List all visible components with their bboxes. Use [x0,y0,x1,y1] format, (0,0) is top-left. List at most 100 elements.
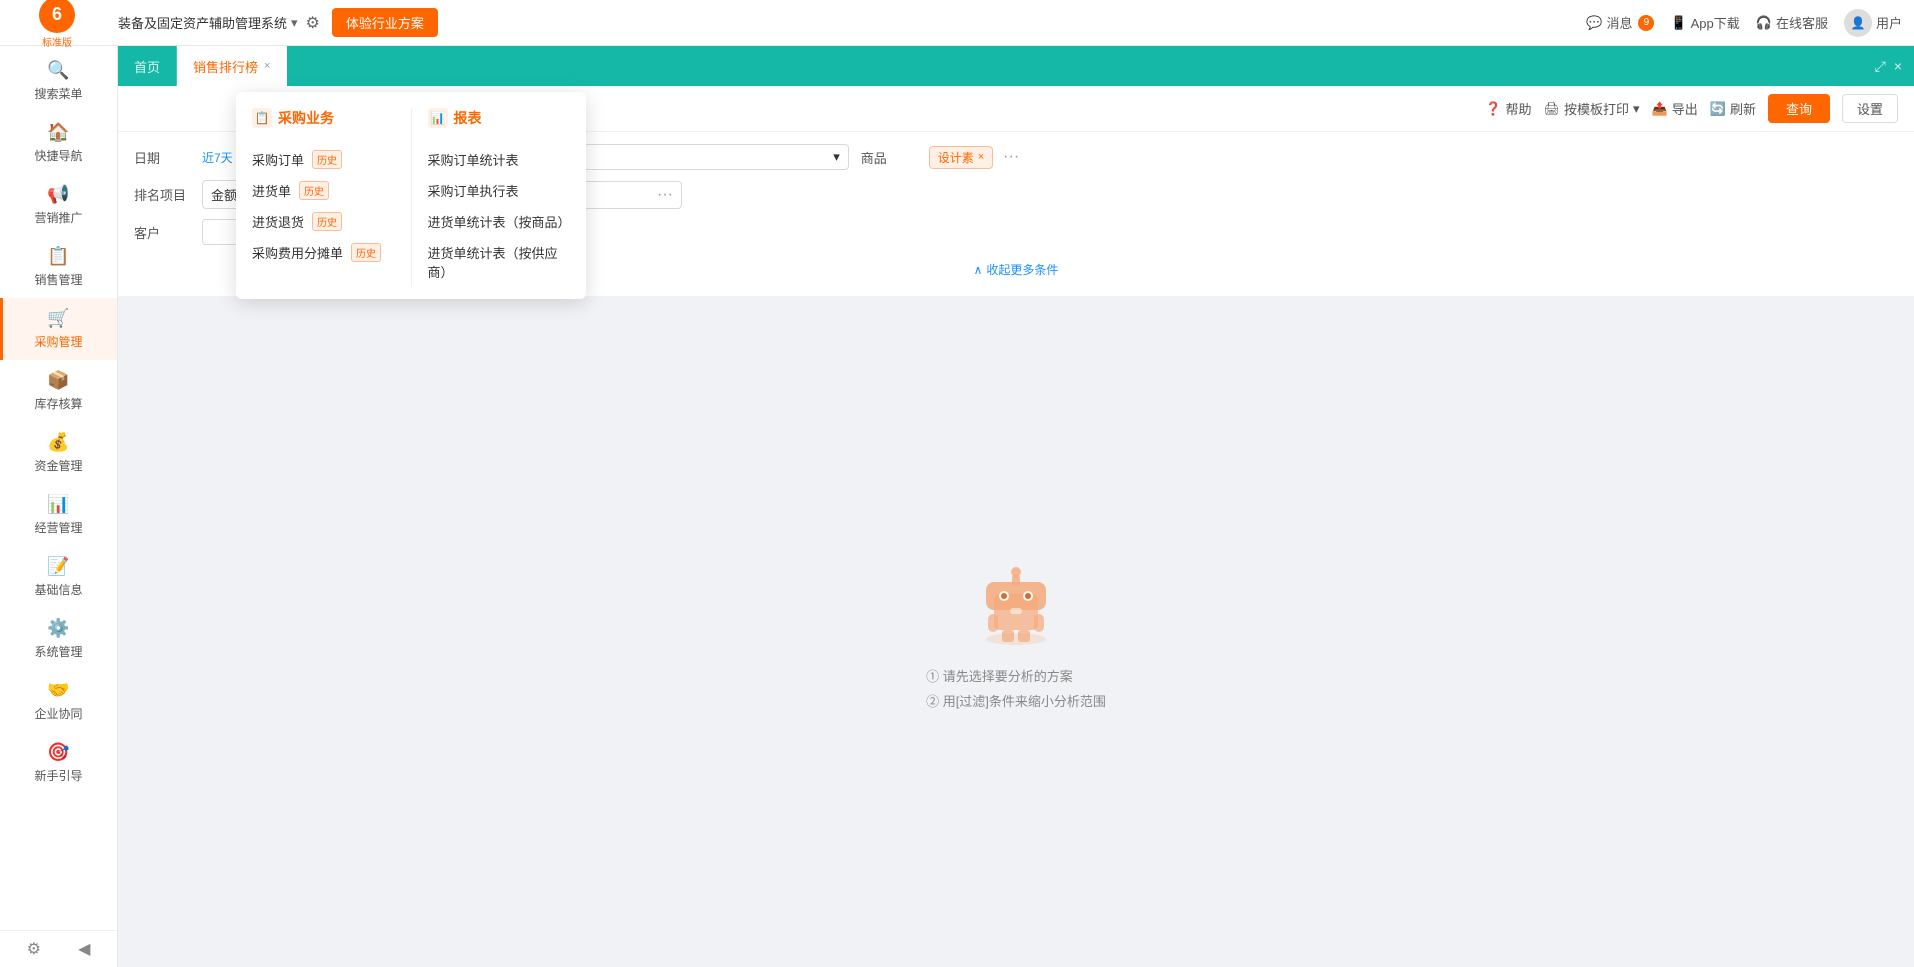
hist-badge-2: 历史 [299,181,329,200]
dropdown-purchase-col: 📋 采购业务 采购订单 历史 进货单 历史 进货退货 历史 [236,108,411,287]
sidebar-item-guide[interactable]: 🎯 新手引导 [0,732,117,794]
dropdown-item-purchase-order[interactable]: 采购订单 历史 [252,144,395,175]
logo-icon: 6 [39,0,75,33]
report-col-icon: 📊 [428,108,448,128]
goods-more-icon[interactable]: ··· [1003,148,1019,166]
tab-home[interactable]: 首页 [118,46,177,86]
query-btn[interactable]: 查询 [1768,94,1830,123]
hist-badge-3: 历史 [312,212,342,231]
goods-tag: 设计素 × [929,146,993,169]
sidebar-item-search[interactable]: 🔍 搜索菜单 [0,50,117,112]
sidebar-item-system[interactable]: ⚙️ 系统管理 [0,608,117,670]
sidebar-item-cooperation[interactable]: 🤝 企业协同 [0,670,117,732]
empty-hint-1: ① 请先选择要分析的方案 [926,666,1106,685]
goods-label: 商品 [861,148,917,167]
phone-icon: 📱 [1670,15,1686,31]
date-label: 日期 [134,148,190,167]
sidebar: 🔍 搜索菜单 🏠 快捷导航 📢 营销推广 📋 销售管理 🛒 采购管理 📦 库存核… [0,46,118,967]
tab-maximize-icon[interactable]: ⤢ [1875,58,1886,75]
export-icon: 📤 [1652,101,1668,117]
empty-state: ① 请先选择要分析的方案 ② 用[过滤]条件来缩小分析范围 [118,296,1914,967]
finance-icon: 💰 [47,432,69,453]
sales-icon: 📋 [47,246,69,267]
system-title: 装备及固定资产辅助管理系统 [118,13,287,32]
message-icon: 💬 [1586,15,1602,31]
sidebar-item-basics[interactable]: 📝 基础信息 [0,546,117,608]
tabbar: 首页 销售排行榜 × ⤢ × [118,46,1914,86]
empty-hint-2: ② 用[过滤]条件来缩小分析范围 [926,691,1106,710]
dropdown-item-incoming[interactable]: 进货单 历史 [252,175,395,206]
salesperson-more-icon[interactable]: ··· [657,186,673,204]
voucher-status-select[interactable]: ▾ [569,144,849,170]
purchase-col-title: 📋 采购业务 [252,108,395,134]
dropdown-item-purchase-order-exec[interactable]: 采购订单执行表 [428,175,571,206]
home-icon: 🏠 [47,122,69,143]
industry-btn[interactable]: 体验行业方案 [332,8,438,37]
sidebar-settings-btn[interactable]: ⚙ [27,939,41,959]
sidebar-item-marketing[interactable]: 📢 营销推广 [0,174,117,236]
settings-btn[interactable]: 设置 [1842,94,1898,123]
cooperation-icon: 🤝 [47,680,69,701]
purchase-icon: 🛒 [47,308,69,329]
export-btn[interactable]: 📤 导出 [1652,99,1698,118]
empty-hint: ① 请先选择要分析的方案 ② 用[过滤]条件来缩小分析范围 [926,666,1106,710]
message-btn[interactable]: 💬 消息 9 [1586,13,1654,32]
dropdown-item-purchase-order-stats[interactable]: 采购订单统计表 [428,144,571,175]
operations-icon: 📊 [47,494,69,515]
print-dropdown-icon[interactable]: ▾ [1633,101,1640,117]
sidebar-item-purchase[interactable]: 🛒 采购管理 [0,298,117,360]
date-shortcut-7days[interactable]: 近7天 [202,149,233,166]
goods-filter: 设计素 × ··· [929,146,1019,169]
dropdown-inner: 📋 采购业务 采购订单 历史 进货单 历史 进货退货 历史 [236,108,586,287]
topbar: 6 标准版 装备及固定资产辅助管理系统 ▾ ⚙ 体验行业方案 💬 消息 9 📱 … [0,0,1914,46]
sidebar-item-inventory[interactable]: 📦 库存核算 [0,360,117,422]
dropdown-item-incoming-by-supplier[interactable]: 进货单统计表（按供应商） [428,237,571,287]
search-icon: 🔍 [47,60,69,81]
goods-tag-close[interactable]: × [978,151,984,163]
sidebar-item-operations[interactable]: 📊 经营管理 [0,484,117,546]
system-dropdown[interactable]: ▾ [291,15,298,31]
headset-icon: 🎧 [1756,15,1772,31]
main-layout: 🔍 搜索菜单 🏠 快捷导航 📢 营销推广 📋 销售管理 🛒 采购管理 📦 库存核… [0,46,1914,967]
inventory-icon: 📦 [47,370,69,391]
user-btn[interactable]: 👤 用户 [1844,9,1902,37]
app-download-btn[interactable]: 📱 App下载 [1670,13,1739,32]
chevron-down-icon: ▾ [833,149,840,165]
logo: 6 标准版 [12,0,102,49]
rank-label: 排名项目 [134,185,190,204]
customer-label: 客户 [134,223,190,242]
print-btn[interactable]: 🖨 按模板打印 ▾ [1544,99,1640,118]
sidebar-item-finance[interactable]: 💰 资金管理 [0,422,117,484]
topbar-right: 💬 消息 9 📱 App下载 🎧 在线客服 👤 用户 [1586,9,1902,37]
empty-illustration [966,554,1066,654]
purchase-dropdown-menu: 📋 采购业务 采购订单 历史 进货单 历史 进货退货 历史 [236,92,586,299]
print-icon: 🖨 [1544,101,1561,117]
dropdown-item-incoming-by-goods[interactable]: 进货单统计表（按商品） [428,206,571,237]
gear-icon[interactable]: ⚙ [306,13,320,33]
dropdown-item-purchase-expense[interactable]: 采购费用分摊单 历史 [252,237,395,268]
online-service-btn[interactable]: 🎧 在线客服 [1756,13,1828,32]
dropdown-report-col: 📊 报表 采购订单统计表 采购订单执行表 进货单统计表（按商品） 进货单统计表（… [411,108,587,287]
sidebar-bottom: ⚙ ◀ [0,930,117,967]
logo-subtext: 标准版 [42,34,72,49]
message-badge: 9 [1638,15,1654,31]
help-icon: ❓ [1485,101,1501,117]
tab-closeall-icon[interactable]: × [1894,58,1902,74]
guide-icon: 🎯 [47,742,69,763]
marketing-icon: 📢 [47,184,69,205]
system-icon: ⚙️ [47,618,69,639]
sidebar-item-sales[interactable]: 📋 销售管理 [0,236,117,298]
sidebar-collapse-btn[interactable]: ◀ [78,939,90,959]
report-col-title: 📊 报表 [428,108,571,134]
hist-badge-1: 历史 [312,150,342,169]
tabbar-close-area: ⤢ × [1875,58,1914,75]
help-btn[interactable]: ❓ 帮助 [1485,99,1531,118]
refresh-icon: 🔄 [1710,101,1726,117]
purchase-col-icon: 📋 [252,108,272,128]
hist-badge-4: 历史 [351,243,381,262]
tab-sales-rank[interactable]: 销售排行榜 × [177,46,287,86]
sidebar-item-quick-nav[interactable]: 🏠 快捷导航 [0,112,117,174]
tab-close-icon[interactable]: × [264,60,270,72]
refresh-btn[interactable]: 🔄 刷新 [1710,99,1756,118]
dropdown-item-incoming-return[interactable]: 进货退货 历史 [252,206,395,237]
